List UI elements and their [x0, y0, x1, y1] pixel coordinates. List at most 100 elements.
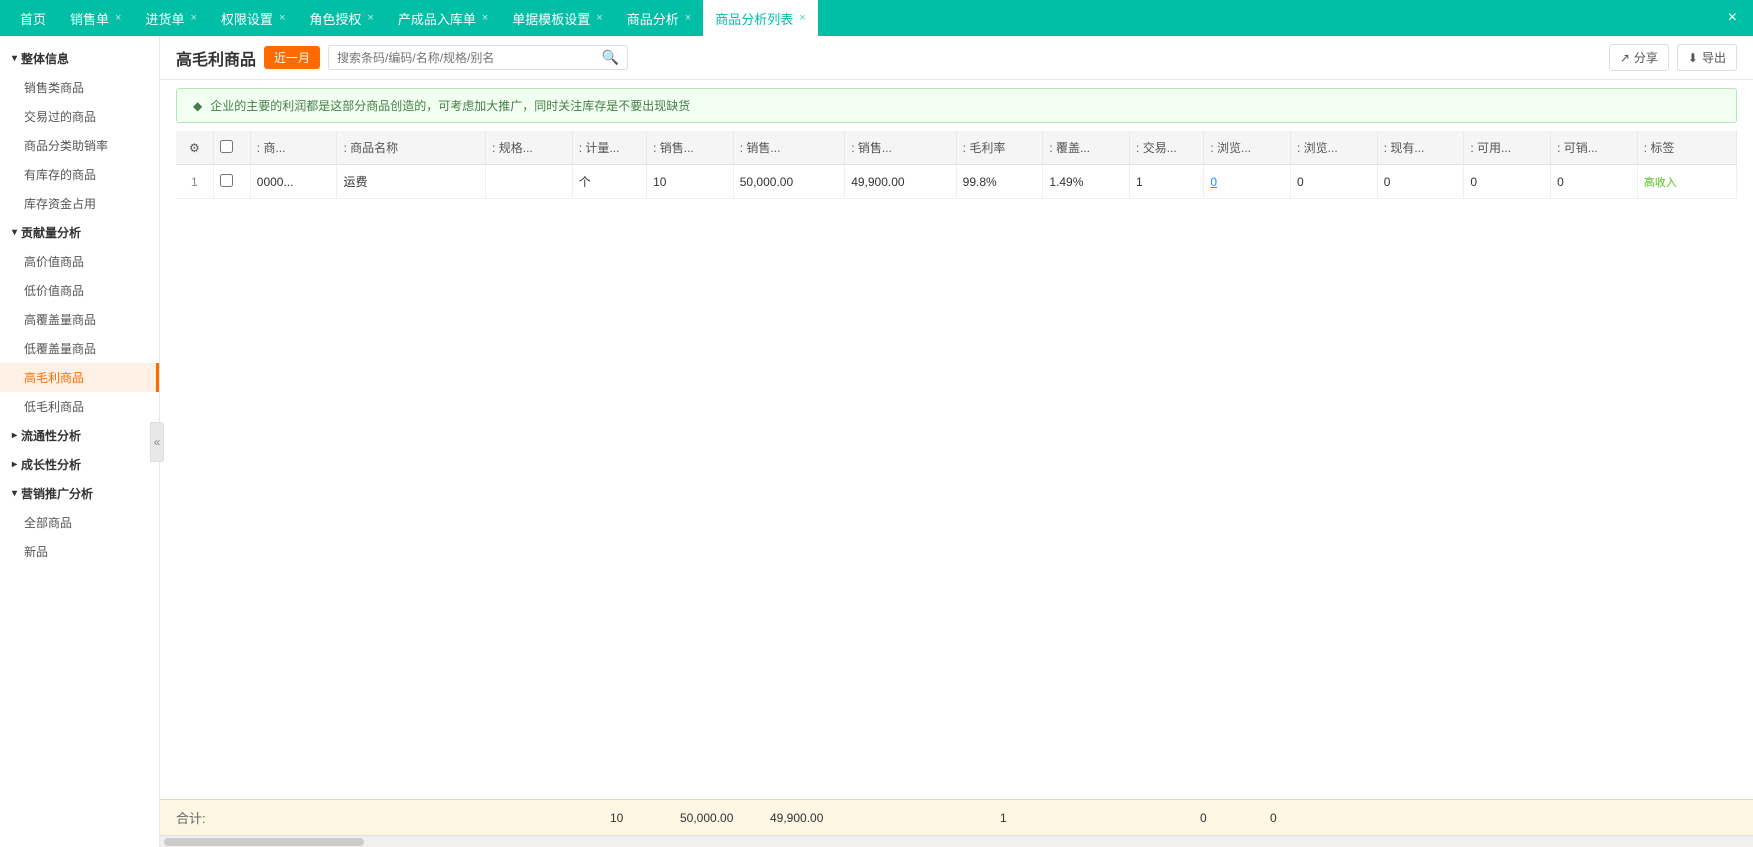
sidebar-group-整体信息[interactable]: ▾整体信息: [0, 44, 159, 73]
col-header-6[interactable]: : 销售...: [647, 131, 734, 165]
nav-close-icon[interactable]: ×: [482, 12, 488, 24]
sidebar-item-库存资金占用[interactable]: 库存资金占用: [0, 189, 159, 218]
nav-item-角色授权[interactable]: 角色授权×: [297, 0, 385, 36]
col-header-14[interactable]: : 现有...: [1377, 131, 1464, 165]
sidebar-group-营销推广分析[interactable]: ▾营销推广分析: [0, 479, 159, 508]
data-table: ⚙: 商...: 商品名称: 规格...: 计量...: 销售...: 销售..…: [176, 131, 1737, 199]
footer-cell-12: [1054, 811, 1124, 825]
sidebar-item-全部商品[interactable]: 全部商品: [0, 508, 159, 537]
nav-item-权限设置[interactable]: 权限设置×: [209, 0, 297, 36]
product-name: 运费: [337, 165, 486, 199]
col-header-8[interactable]: : 销售...: [845, 131, 956, 165]
search-input[interactable]: [337, 51, 602, 65]
page-title: 高毛利商品: [176, 46, 256, 70]
nav-close-icon[interactable]: ×: [279, 12, 285, 24]
select-all-checkbox[interactable]: [220, 140, 233, 153]
footer-cell-1: [254, 811, 284, 825]
sidebar-collapse-button[interactable]: «: [150, 422, 164, 462]
footer-cell-16: [1334, 811, 1404, 825]
nav-item-首页[interactable]: 首页: [8, 0, 58, 36]
col-header-10[interactable]: : 覆盖...: [1043, 131, 1130, 165]
row-checkbox[interactable]: [213, 165, 250, 199]
nav-item-产成品入库单[interactable]: 产成品入库单×: [386, 0, 500, 36]
footer-cell-9: [854, 811, 924, 825]
time-filter-button[interactable]: 近一月: [264, 46, 320, 69]
footer-cell-3: [354, 811, 474, 825]
footer-cell-14: 0: [1194, 811, 1264, 825]
nav-item-商品分析[interactable]: 商品分析×: [615, 0, 703, 36]
footer-values: 1050,000.0049,900.00100: [224, 811, 1737, 825]
sidebar-group-流通性分析[interactable]: ▸流通性分析: [0, 421, 159, 450]
sidebar-item-低价值商品[interactable]: 低价值商品: [0, 276, 159, 305]
col-header-15[interactable]: : 可用...: [1464, 131, 1551, 165]
browse1[interactable]: 0: [1204, 165, 1291, 199]
sales-amount: 50,000.00: [733, 165, 844, 199]
nav-close-icon[interactable]: ×: [190, 12, 196, 24]
export-label: 导出: [1702, 49, 1726, 66]
export-button[interactable]: ⬇ 导出: [1677, 44, 1737, 71]
col-header-7[interactable]: : 销售...: [733, 131, 844, 165]
sales-gross: 49,900.00: [845, 165, 956, 199]
col-header-3[interactable]: : 商品名称: [337, 131, 486, 165]
nav-item-进货单[interactable]: 进货单×: [133, 0, 208, 36]
coverage: 1.49%: [1043, 165, 1130, 199]
sidebar-item-交易过的商品[interactable]: 交易过的商品: [0, 102, 159, 131]
sidebar-item-销售类商品[interactable]: 销售类商品: [0, 73, 159, 102]
footer-cell-13: [1124, 811, 1194, 825]
content-area: 高毛利商品 近一月 🔍 ↗ 分享 ⬇ 导出 ◆ 企业的主要: [160, 36, 1753, 847]
tag: 高收入: [1637, 165, 1736, 199]
gross-rate: 99.8%: [956, 165, 1043, 199]
col-header-16[interactable]: : 可销...: [1551, 131, 1638, 165]
sidebar-item-有库存的商品[interactable]: 有库存的商品: [0, 160, 159, 189]
sidebar-group-arrow: ▾: [12, 488, 17, 499]
share-button[interactable]: ↗ 分享: [1609, 44, 1669, 71]
sidebar-group-arrow: ▾: [12, 227, 17, 238]
col-header-0[interactable]: ⚙: [176, 131, 213, 165]
sidebar-item-商品分类助销率[interactable]: 商品分类助销率: [0, 131, 159, 160]
sidebar-item-高覆盖量商品[interactable]: 高覆盖量商品: [0, 305, 159, 334]
sidebar: ▾整体信息销售类商品交易过的商品商品分类助销率有库存的商品库存资金占用▾贡献量分…: [0, 36, 160, 847]
nav-close-icon[interactable]: ×: [799, 12, 805, 24]
search-box: 🔍: [328, 45, 628, 70]
sidebar-group-成长性分析[interactable]: ▸成长性分析: [0, 450, 159, 479]
data-table-wrapper: ⚙: 商...: 商品名称: 规格...: 计量...: 销售...: 销售..…: [160, 131, 1753, 799]
product-unit: 个: [572, 165, 646, 199]
nav-item-销售单[interactable]: 销售单×: [58, 0, 133, 36]
col-header-2[interactable]: : 商...: [250, 131, 337, 165]
horizontal-scrollbar[interactable]: [160, 835, 1753, 847]
window-close-button[interactable]: ×: [1720, 9, 1745, 27]
share-icon: ↗: [1620, 51, 1630, 65]
scroll-thumb[interactable]: [164, 838, 364, 846]
sidebar-item-高价值商品[interactable]: 高价值商品: [0, 247, 159, 276]
collapse-icon: «: [154, 435, 161, 449]
col-header-4[interactable]: : 规格...: [486, 131, 573, 165]
sellable-stock: 0: [1551, 165, 1638, 199]
col-header-17[interactable]: : 标签: [1637, 131, 1736, 165]
sidebar-item-高毛利商品[interactable]: 高毛利商品: [0, 363, 159, 392]
nav-close-icon[interactable]: ×: [685, 12, 691, 24]
sidebar-group-贡献量分析[interactable]: ▾贡献量分析: [0, 218, 159, 247]
nav-item-商品分析列表[interactable]: 商品分析列表×: [703, 0, 817, 36]
col-header-1[interactable]: [213, 131, 250, 165]
footer-label: 合计:: [176, 808, 216, 827]
table-footer: 合计: 1050,000.0049,900.00100: [160, 799, 1753, 835]
col-header-11[interactable]: : 交易...: [1130, 131, 1204, 165]
sidebar-item-低覆盖量商品[interactable]: 低覆盖量商品: [0, 334, 159, 363]
sidebar-item-新品[interactable]: 新品: [0, 537, 159, 566]
transaction: 1: [1130, 165, 1204, 199]
footer-cell-5: [544, 811, 604, 825]
product-spec: [486, 165, 573, 199]
export-icon: ⬇: [1688, 51, 1698, 65]
info-icon: ◆: [193, 99, 202, 113]
nav-close-icon[interactable]: ×: [367, 12, 373, 24]
footer-cell-2: [284, 811, 354, 825]
col-header-13[interactable]: : 浏览...: [1291, 131, 1378, 165]
col-header-9[interactable]: : 毛利率: [956, 131, 1043, 165]
col-header-5[interactable]: : 计量...: [572, 131, 646, 165]
sidebar-item-低毛利商品[interactable]: 低毛利商品: [0, 392, 159, 421]
nav-item-单据模板设置[interactable]: 单据模板设置×: [500, 0, 614, 36]
nav-close-icon[interactable]: ×: [596, 12, 602, 24]
row-select-checkbox[interactable]: [220, 174, 233, 187]
col-header-12[interactable]: : 浏览...: [1204, 131, 1291, 165]
nav-close-icon[interactable]: ×: [115, 12, 121, 24]
